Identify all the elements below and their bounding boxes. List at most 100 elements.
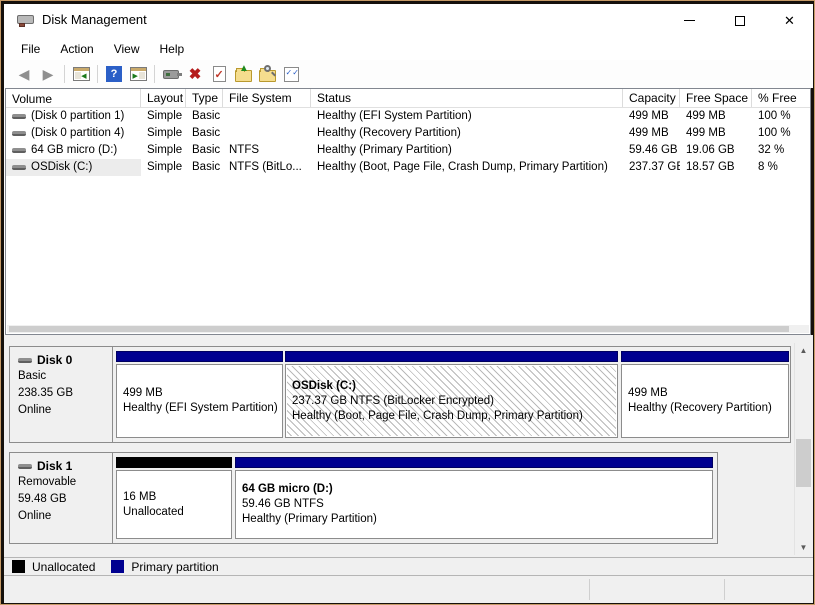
vertical-scrollbar[interactable]: ▲ ▼: [794, 343, 811, 555]
menu-view[interactable]: View: [105, 39, 149, 59]
disk-icon: [18, 358, 32, 363]
help-button[interactable]: ?: [102, 63, 126, 85]
free-space-cell: 499 MB: [680, 108, 752, 125]
type-cell: Basic: [186, 108, 223, 125]
file-system-cell: [223, 108, 311, 125]
rescan-disks-button[interactable]: [159, 63, 183, 85]
legend-item-primary-partition: Primary partition: [111, 560, 218, 574]
partition-recovery[interactable]: 499 MB Healthy (Recovery Partition): [621, 351, 789, 438]
check-document-icon: [213, 66, 226, 82]
column-header-pct-free[interactable]: % Free: [752, 89, 810, 107]
type-cell: Basic: [186, 142, 223, 159]
disk-1-row: Disk 1 Removable 59.48 GB Online 16 MB U…: [9, 452, 718, 544]
layout-cell: Simple: [141, 159, 186, 176]
table-row[interactable]: (Disk 0 partition 1) Simple Basic Health…: [6, 108, 810, 125]
column-header-volume[interactable]: Volume: [6, 89, 141, 107]
show-action-pane-button[interactable]: ▶: [126, 63, 150, 85]
minimize-button[interactable]: [667, 4, 712, 37]
partition-color-bar: [621, 351, 789, 362]
status-bar-divider: [589, 579, 590, 600]
check-document-button[interactable]: [207, 63, 231, 85]
close-icon: ✕: [784, 14, 795, 27]
capacity-cell: 499 MB: [623, 108, 680, 125]
horizontal-scrollbar[interactable]: [7, 325, 809, 333]
file-system-cell: [223, 125, 311, 142]
toolbar: ◀ ▶ ◀ ? ▶ ✖ ▲ ✓✓: [4, 60, 813, 88]
partition-status: Healthy (EFI System Partition): [123, 401, 276, 416]
file-system-cell: NTFS: [223, 142, 311, 159]
table-row[interactable]: (Disk 0 partition 4) Simple Basic Health…: [6, 125, 810, 142]
disk-kind: Removable: [18, 475, 112, 490]
menu-help[interactable]: Help: [151, 39, 194, 59]
properties-list-button[interactable]: ✓✓: [279, 63, 303, 85]
partition-status: Unallocated: [123, 505, 225, 520]
menu-file[interactable]: File: [12, 39, 49, 59]
column-header-status[interactable]: Status: [311, 89, 623, 107]
column-header-layout[interactable]: Layout: [141, 89, 186, 107]
properties-list-icon: ✓✓: [284, 67, 299, 82]
pct-free-cell: 100 %: [752, 108, 810, 125]
disk-0-row: Disk 0 Basic 238.35 GB Online 499 MB Hea…: [9, 346, 791, 443]
legend-bar: Unallocated Primary partition: [4, 557, 813, 576]
folder-search-button[interactable]: [255, 63, 279, 85]
vertical-scrollbar-thumb[interactable]: [796, 439, 811, 487]
status-cell: Healthy (Recovery Partition): [311, 125, 623, 142]
disk-1-label[interactable]: Disk 1 Removable 59.48 GB Online: [10, 453, 113, 543]
free-space-cell: 499 MB: [680, 125, 752, 142]
partition-unallocated[interactable]: 16 MB Unallocated: [116, 457, 232, 539]
forward-icon: ▶: [43, 67, 54, 81]
column-header-type[interactable]: Type: [186, 89, 223, 107]
column-header-capacity[interactable]: Capacity: [623, 89, 680, 107]
status-cell: Healthy (Primary Partition): [311, 142, 623, 159]
volume-disk-icon: [12, 131, 26, 136]
partition-efi[interactable]: 499 MB Healthy (EFI System Partition): [116, 351, 283, 438]
scroll-down-icon[interactable]: ▼: [795, 540, 812, 555]
volume-disk-icon: [12, 148, 26, 153]
help-icon: ?: [106, 66, 122, 82]
partition-color-bar: [235, 457, 713, 468]
show-console-tree-button[interactable]: ◀: [69, 63, 93, 85]
volume-list-header: Volume Layout Type File System Status Ca…: [6, 89, 810, 108]
primary-partition-swatch: [111, 560, 124, 573]
back-button[interactable]: ◀: [12, 63, 36, 85]
minimize-icon: [684, 20, 695, 21]
close-button[interactable]: ✕: [767, 4, 812, 37]
status-bar-divider: [724, 579, 725, 600]
volume-cell: OSDisk (C:): [6, 159, 141, 176]
show-console-tree-icon: ◀: [73, 67, 90, 81]
partition-size: 499 MB: [628, 386, 782, 401]
column-header-free-space[interactable]: Free Space: [680, 89, 752, 107]
maximize-icon: [735, 16, 745, 26]
partition-size: 16 MB: [123, 490, 225, 505]
menu-action[interactable]: Action: [51, 39, 102, 59]
volume-disk-icon: [12, 114, 26, 119]
disk-status: Online: [18, 403, 112, 418]
forward-button[interactable]: ▶: [36, 63, 60, 85]
toolbar-separator: [64, 65, 65, 83]
partition-size: 59.46 GB NTFS: [242, 497, 706, 512]
title-bar: Disk Management ✕: [4, 4, 813, 37]
pct-free-cell: 8 %: [752, 159, 810, 176]
partition-micro-d[interactable]: 64 GB micro (D:) 59.46 GB NTFS Healthy (…: [235, 457, 713, 539]
toolbar-separator: [97, 65, 98, 83]
delete-volume-button[interactable]: ✖: [183, 63, 207, 85]
table-row-selected[interactable]: OSDisk (C:) Simple Basic NTFS (BitLo... …: [6, 159, 810, 176]
partition-osdisk-c[interactable]: OSDisk (C:) 237.37 GB NTFS (BitLocker En…: [285, 351, 618, 438]
table-row[interactable]: 64 GB micro (D:) Simple Basic NTFS Healt…: [6, 142, 810, 159]
column-header-file-system[interactable]: File System: [223, 89, 311, 107]
status-cell: Healthy (EFI System Partition): [311, 108, 623, 125]
maximize-button[interactable]: [717, 4, 762, 37]
horizontal-scrollbar-thumb[interactable]: [9, 326, 789, 332]
type-cell: Basic: [186, 159, 223, 176]
disk-status: Online: [18, 509, 112, 524]
back-icon: ◀: [19, 67, 30, 81]
partition-color-bar: [285, 351, 618, 362]
scroll-up-icon[interactable]: ▲: [795, 343, 812, 358]
partition-size: 499 MB: [123, 386, 276, 401]
folder-up-button[interactable]: ▲: [231, 63, 255, 85]
layout-cell: Simple: [141, 108, 186, 125]
disk-0-label[interactable]: Disk 0 Basic 238.35 GB Online: [10, 347, 113, 442]
partition-size: 237.37 GB NTFS (BitLocker Encrypted): [292, 394, 611, 409]
partition-status: Healthy (Recovery Partition): [628, 401, 782, 416]
volume-cell: (Disk 0 partition 4): [6, 125, 141, 142]
